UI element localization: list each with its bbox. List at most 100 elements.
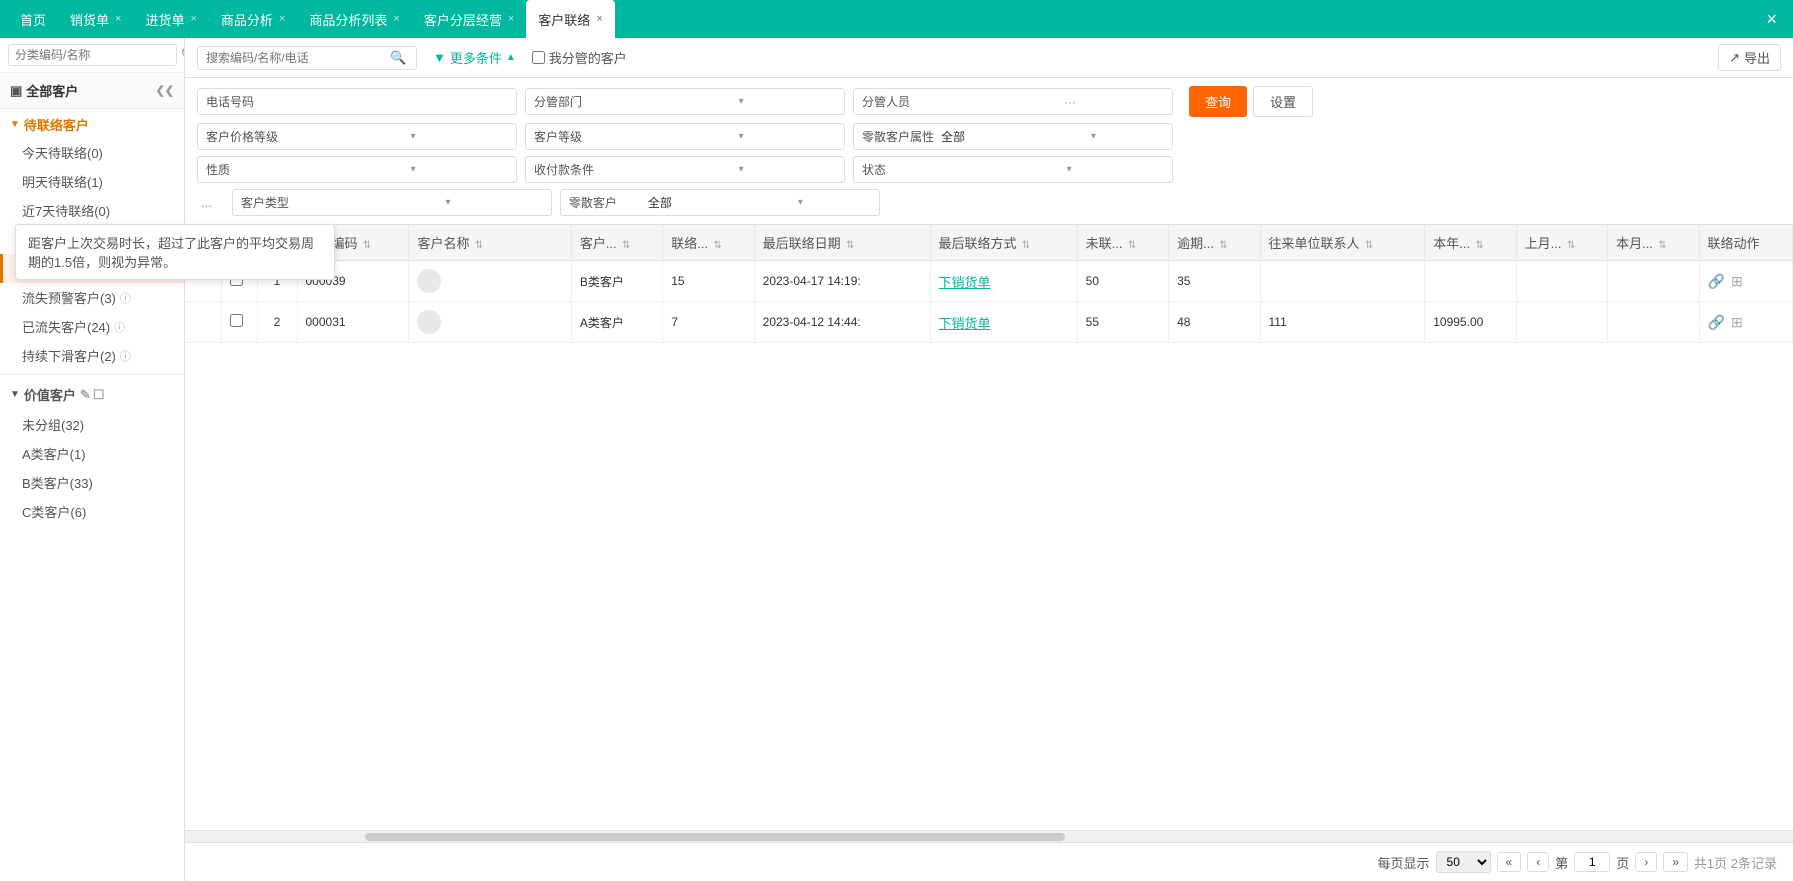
col-last-contact-date[interactable]: 最后联络日期 ⇅ — [754, 225, 930, 261]
sidebar-item-tomorrow[interactable]: 明天待联络(1) — [0, 167, 184, 196]
filter-customer-level[interactable]: 客户等级 ▾ — [525, 123, 845, 150]
col-last-contact-method[interactable]: 最后联络方式 ⇅ — [930, 225, 1077, 261]
my-customers-checkbox[interactable] — [532, 51, 545, 64]
sidebar-all-customers[interactable]: ▣ 全部客户 ❮❮ — [0, 73, 184, 109]
search-input-wrap: 🔍 — [197, 46, 417, 70]
settings-button[interactable]: 设置 — [1253, 86, 1313, 117]
export-button[interactable]: ↗ 导出 — [1718, 44, 1781, 71]
row1-last-method[interactable]: 下销货单 — [930, 261, 1077, 302]
col-unit-contacts[interactable]: 往来单位联系人 ⇅ — [1260, 225, 1425, 261]
sidebar-section-pending[interactable]: ▼ 待联络客户 — [0, 109, 184, 138]
close-tab-product-analysis[interactable]: × — [279, 13, 285, 25]
row1-type: B类客户 — [571, 261, 662, 302]
row2-last-method[interactable]: 下销货单 — [930, 302, 1077, 343]
close-tab-customer-contact[interactable]: × — [596, 13, 602, 25]
tab-sales[interactable]: 销货单 × — [58, 0, 133, 38]
close-tab-product-list[interactable]: × — [393, 13, 399, 25]
col-last-month[interactable]: 上月... ⇅ — [1516, 225, 1607, 261]
main-search-input[interactable] — [206, 51, 386, 65]
page-label: 第 — [1555, 853, 1568, 872]
edit-icon[interactable]: ✎ — [80, 387, 91, 403]
all-customers-icon: ▣ — [10, 83, 22, 99]
col-this-month[interactable]: 本月... ⇅ — [1608, 225, 1699, 261]
last-page-btn[interactable]: » — [1663, 852, 1688, 872]
col-overdue[interactable]: 逾期... ⇅ — [1169, 225, 1260, 261]
col-customer-type[interactable]: 客户... ⇅ — [571, 225, 662, 261]
row2-avatar — [417, 310, 441, 334]
tab-product-analysis[interactable]: 商品分析 × — [209, 0, 297, 38]
sidebar-item-churned[interactable]: 已流失客户(24) ⓘ — [0, 312, 184, 341]
row2-method-link[interactable]: 下销货单 — [939, 316, 991, 331]
filter-payment[interactable]: 收付款条件 ▾ — [525, 156, 845, 183]
main-search-icon[interactable]: 🔍 — [390, 50, 406, 66]
sidebar-search-input[interactable] — [8, 44, 177, 66]
page-number-input[interactable] — [1574, 852, 1610, 872]
per-page-select[interactable]: 50 20 100 — [1436, 851, 1491, 873]
tab-home[interactable]: 首页 — [8, 0, 58, 38]
tab-customer-tier[interactable]: 客户分层经营 × — [412, 0, 526, 38]
tab-customer-contact[interactable]: 客户联络 × — [526, 0, 614, 38]
first-page-btn[interactable]: « — [1497, 852, 1522, 872]
row2-grid-icon[interactable]: ⊞ — [1731, 314, 1743, 331]
filter-action-btns: 查询 设置 — [1189, 86, 1313, 117]
row2-select[interactable] — [230, 314, 243, 327]
filter-customer-type[interactable]: 客户类型 ▾ — [232, 189, 552, 216]
close-tab-purchase[interactable]: × — [190, 13, 196, 25]
person-more-icon[interactable]: ··· — [1060, 95, 1164, 109]
nav-close-button[interactable]: × — [1758, 9, 1785, 30]
filter-row-2: 客户价格等级 ▾ 客户等级 ▾ 零散客户属性 全部 ▾ — [197, 123, 1781, 150]
filter-price-level[interactable]: 客户价格等级 ▾ — [197, 123, 517, 150]
sidebar-item-churn-warning[interactable]: 流失预警客户(3) ⓘ — [0, 283, 184, 312]
sidebar-item-7days[interactable]: 近7天待联络(0) — [0, 196, 184, 225]
col-this-year[interactable]: 本年... ⇅ — [1425, 225, 1516, 261]
sidebar-item-today[interactable]: 今天待联络(0) — [0, 138, 184, 167]
col-uncontacted[interactable]: 未联... ⇅ — [1077, 225, 1168, 261]
row1-name — [409, 261, 571, 302]
close-tab-sales[interactable]: × — [115, 13, 121, 25]
row1-grid-icon[interactable]: ⊞ — [1731, 273, 1743, 290]
horizontal-scrollbar[interactable] — [185, 830, 1793, 842]
filter-gender[interactable]: 性质 ▾ — [197, 156, 517, 183]
row2-unit-contacts: 111 — [1260, 302, 1425, 343]
sidebar-item-class-c[interactable]: C类客户(6) — [0, 497, 184, 526]
filter-status[interactable]: 状态 ▾ — [853, 156, 1173, 183]
row1-link-icon[interactable]: 🔗 — [1708, 273, 1725, 290]
col-contact-action: 联络动作 — [1699, 225, 1793, 261]
more-dots[interactable]: ... — [197, 195, 216, 210]
filter-person[interactable]: 分管人员 ··· — [853, 88, 1173, 115]
row2-link-icon[interactable]: 🔗 — [1708, 314, 1725, 331]
table-row: 1 000039 B类客户 15 2023-04-17 14:19: 下销货单 … — [185, 261, 1793, 302]
add-icon[interactable]: ☐ — [93, 387, 105, 403]
sidebar-item-ungrouped[interactable]: 未分组(32) — [0, 410, 184, 439]
scroll-thumb[interactable] — [365, 833, 1065, 841]
filter-phone[interactable]: 电话号码 — [197, 88, 517, 115]
query-button[interactable]: 查询 — [1189, 86, 1247, 117]
col-contact-count[interactable]: 联络... ⇅ — [663, 225, 754, 261]
row2-last-date: 2023-04-12 14:44: — [754, 302, 930, 343]
status-dropdown-icon: ▾ — [1067, 164, 1164, 175]
filter-dept[interactable]: 分管部门 ▾ — [525, 88, 845, 115]
row2-name — [409, 302, 571, 343]
row2-checkbox[interactable] — [221, 302, 257, 343]
tab-purchase[interactable]: 进货单 × — [133, 0, 208, 38]
row1-method-link[interactable]: 下销货单 — [939, 275, 991, 290]
sidebar-item-declining[interactable]: 持续下滑客户(2) ⓘ — [0, 341, 184, 370]
chevron-up-icon: ▲ — [506, 52, 516, 63]
filter-retail-attr[interactable]: 零散客户属性 全部 ▾ — [853, 123, 1173, 150]
sidebar-section-value-customers[interactable]: ▼ 价值客户 ✎ ☐ — [0, 379, 184, 410]
filter-retail-customer[interactable]: 零散客户 全部 ▾ — [560, 189, 880, 216]
col-customer-name[interactable]: 客户名称 ⇅ — [409, 225, 571, 261]
close-tab-customer-tier[interactable]: × — [508, 13, 514, 25]
filter-icon: ▼ — [433, 50, 446, 65]
data-table: ⚙ 客户编码 ⇅ 客户名称 ⇅ — [185, 225, 1793, 343]
next-page-btn[interactable]: › — [1635, 852, 1657, 872]
row2-type: A类客户 — [571, 302, 662, 343]
sidebar-item-class-a[interactable]: A类客户(1) — [0, 439, 184, 468]
tab-product-list[interactable]: 商品分析列表 × — [297, 0, 411, 38]
prev-page-btn[interactable]: ‹ — [1527, 852, 1549, 872]
more-conditions-btn[interactable]: ▼ 更多条件 ▲ — [425, 45, 524, 70]
filter-row-1: 电话号码 分管部门 ▾ 分管人员 ··· 查询 设置 — [197, 86, 1781, 117]
row2-code[interactable]: 000031 — [297, 302, 409, 343]
sidebar-item-class-b[interactable]: B类客户(33) — [0, 468, 184, 497]
sidebar-collapse-icon[interactable]: ❮❮ — [156, 84, 174, 97]
